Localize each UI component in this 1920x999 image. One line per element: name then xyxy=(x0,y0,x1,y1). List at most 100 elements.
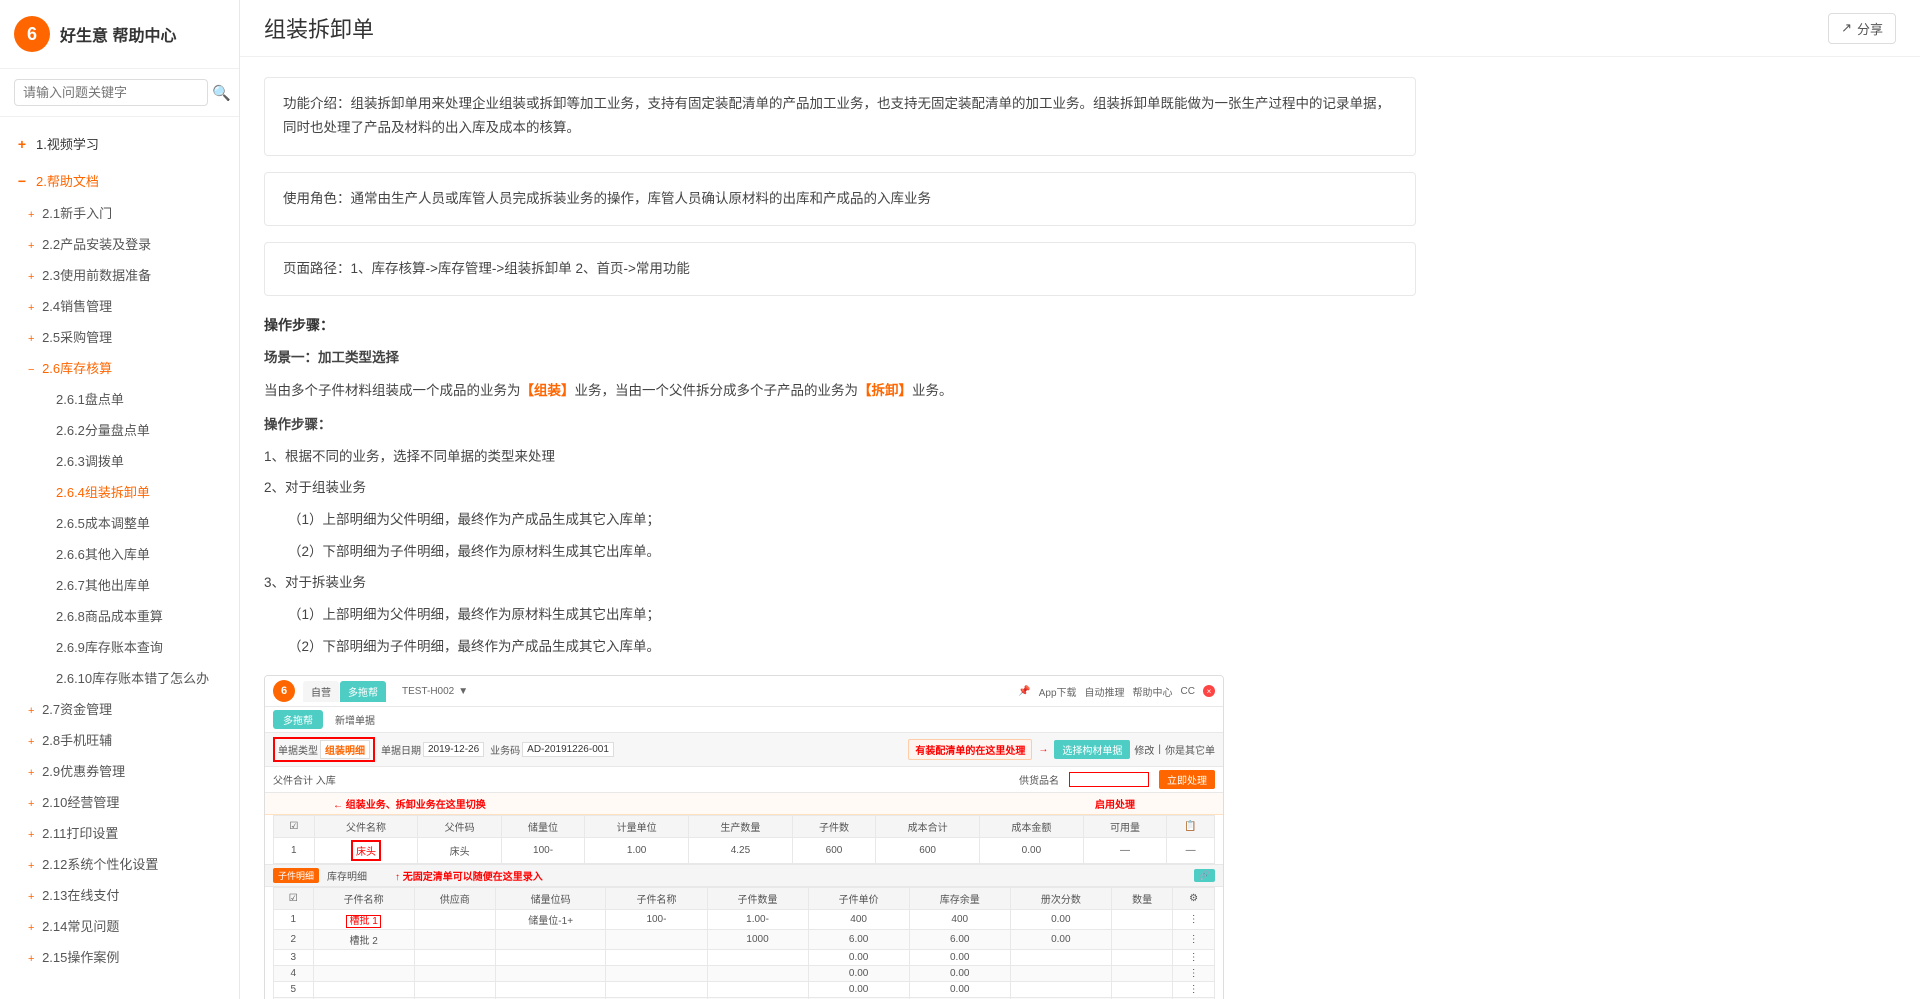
sidebar-item-other-out[interactable]: 2.6.7其他出库单 xyxy=(56,569,239,600)
description-block: 功能介绍：组装拆卸单用来处理企业组装或拆卸等加工业务，支持有固定装配清单的产品加… xyxy=(264,77,1416,156)
search-box: 🔍 xyxy=(0,69,239,117)
plus-icon-sub: + xyxy=(28,922,34,934)
share-button[interactable]: ↗ 分享 xyxy=(1828,13,1896,44)
mock-type-field: 单据类型 组装明细 xyxy=(273,737,375,762)
plus-icon-sub: + xyxy=(28,302,34,314)
mock-lower-table: ☑ 子件名称 供应商 储量位码 子件名称 子件数量 子件单价 库存余量 册次分数… xyxy=(265,887,1223,999)
sidebar: 6 好生意 帮助中心 🔍 + 1.视频学习 − 2.帮助文档 + 2.1 xyxy=(0,0,240,999)
mock-app-id: TEST-H002 ▼ xyxy=(402,686,468,697)
step3-sub1: （1）上部明细为父件明细，最终作为原材料生成其它出库单； xyxy=(264,602,1416,628)
plus-icon-sub: + xyxy=(28,271,34,283)
step3-sub2: （2）下部明细为子件明细，最终作为产成品生成其它入库单。 xyxy=(264,634,1416,660)
steps-heading: 操作步骤： xyxy=(264,312,1416,339)
mock-tab-multi[interactable]: 多拖帮 xyxy=(340,681,386,702)
search-button[interactable]: 🔍 xyxy=(212,84,231,102)
role-block: 使用角色：通常由生产人员或库管人员完成拆装业务的操作，库管人员确认原材料的出库和… xyxy=(264,172,1416,226)
mock-close-btn[interactable]: × xyxy=(1203,685,1215,697)
mock-upper-table: ☑ 父件名称 父件码 储量位 计量单位 生产数量 子件数 成本合计 成本金额 可… xyxy=(265,815,1223,864)
mock-select-btn[interactable]: 选择构材单据 xyxy=(1054,740,1130,759)
sidebar-item-settings[interactable]: + 2.12系统个性化设置 xyxy=(28,848,239,879)
step1: 1、根据不同的业务，选择不同单据的类型来处理 xyxy=(264,444,1416,470)
app-title: 好生意 帮助中心 xyxy=(60,22,176,46)
mock-info-row: 父件合计 入库 供货品名 立即处理 xyxy=(265,767,1223,793)
nav-section-2: − 2.帮助文档 + 2.1新手入门 + 2.2产品安装及登录 + 2.3使用前… xyxy=(0,162,239,974)
sidebar-item-inventory[interactable]: − 2.6库存核算 xyxy=(28,352,239,383)
sub-items-help: + 2.1新手入门 + 2.2产品安装及登录 + 2.3使用前数据准备 + 2.… xyxy=(0,197,239,972)
mock-link-auto[interactable]: 自动推理 xyxy=(1085,684,1125,699)
mock-toolbar: 单据类型 组装明细 单据日期 2019-12-26 业务码 AD-2019122… xyxy=(265,733,1223,767)
mock-nav-tabs: 自营 多拖帮 xyxy=(303,681,386,702)
sidebar-logo: 6 好生意 帮助中心 xyxy=(0,0,239,69)
mock-sub-tabs: 多拖帮 新增单据 xyxy=(265,707,1223,733)
sidebar-item-cost-adjust[interactable]: 2.6.5成本调整单 xyxy=(56,507,239,538)
plus-icon-sub: + xyxy=(28,736,34,748)
plus-icon-sub: + xyxy=(28,333,34,345)
scene-desc: 当由多个子件材料组装成一个成品的业务为【组装】业务，当由一个父件拆分成多个子产品… xyxy=(264,378,1416,404)
logo-icon: 6 xyxy=(14,16,50,52)
description-text: 功能介绍：组装拆卸单用来处理企业组装或拆卸等加工业务，支持有固定装配清单的产品加… xyxy=(283,96,1390,135)
mock-annotation-bar: ← 组装业务、拆卸业务在这里切换 启用处理 xyxy=(265,793,1223,815)
minus-icon-sub: − xyxy=(28,364,34,376)
sidebar-item-split-count[interactable]: 2.6.2分量盘点单 xyxy=(56,414,239,445)
sidebar-item-data-prep[interactable]: + 2.3使用前数据准备 xyxy=(28,259,239,290)
mock-header-right: 📌 App下载 自动推理 帮助中心 CC × xyxy=(1018,684,1215,699)
mock-link-cc[interactable]: CC xyxy=(1181,686,1195,697)
sidebar-item-mobile[interactable]: + 2.8手机旺辅 xyxy=(28,724,239,755)
plus-icon-sub: + xyxy=(28,705,34,717)
sidebar-item-cost-recalc[interactable]: 2.6.8商品成本重算 xyxy=(56,600,239,631)
main-content: 组装拆卸单 ↗ 分享 功能介绍：组装拆卸单用来处理企业组装或拆卸等加工业务，支持… xyxy=(240,0,1920,999)
step2-sub1: （1）上部明细为父件明细，最终作为产成品生成其它入库单； xyxy=(264,507,1416,533)
top-bar: 组装拆卸单 ↗ 分享 xyxy=(240,0,1920,57)
sidebar-item-transfer[interactable]: 2.6.3调拨单 xyxy=(56,445,239,476)
screenshot-container: 6 自营 多拖帮 TEST-H002 ▼ 📌 App下载 自动推理 帮助中心 xyxy=(264,675,1224,999)
plus-icon-sub: + xyxy=(28,891,34,903)
plus-icon-sub: + xyxy=(28,240,34,252)
mock-tab-self[interactable]: 自营 xyxy=(303,681,339,702)
sidebar-item-operations[interactable]: + 2.10经营管理 xyxy=(28,786,239,817)
sidebar-item-other-in[interactable]: 2.6.6其他入库单 xyxy=(56,538,239,569)
plus-icon-sub: + xyxy=(28,798,34,810)
step3: 3、对于拆装业务 xyxy=(264,570,1416,596)
mock-search-field[interactable] xyxy=(1069,772,1149,787)
mock-action-area: 有装配清单的在这里处理 → 选择构材单据 修改 | 你是其它单 xyxy=(908,739,1215,760)
share-icon: ↗ xyxy=(1841,20,1852,36)
sidebar-item-ledger-fix[interactable]: 2.6.10库存账本错了怎么办 xyxy=(56,662,239,693)
step2-sub2: （2）下部明细为子件明细，最终作为原材料生成其它出库单。 xyxy=(264,539,1416,565)
mock-link-app[interactable]: App下载 xyxy=(1039,684,1077,699)
steps-detail-heading: 操作步骤： xyxy=(264,412,1416,438)
sidebar-item-finance[interactable]: + 2.7资金管理 xyxy=(28,693,239,724)
mock-ui: 6 自营 多拖帮 TEST-H002 ▼ 📌 App下载 自动推理 帮助中心 xyxy=(265,676,1223,999)
path-text: 页面路径：1、库存核算->库存管理->组装拆卸单 2、首页->常用功能 xyxy=(283,261,690,276)
scene-title: 场景一：加工类型选择 xyxy=(264,345,1416,371)
sidebar-item-payment[interactable]: + 2.13在线支付 xyxy=(28,879,239,910)
sidebar-item-assembly[interactable]: 2.6.4组装拆卸单 xyxy=(56,476,239,507)
sidebar-item-install[interactable]: + 2.2产品安装及登录 xyxy=(28,228,239,259)
sidebar-item-video[interactable]: + 1.视频学习 xyxy=(0,127,239,160)
sidebar-item-purchase[interactable]: + 2.5采购管理 xyxy=(28,321,239,352)
step2: 2、对于组装业务 xyxy=(264,475,1416,501)
content-body: 功能介绍：组装拆卸单用来处理企业组装或拆卸等加工业务，支持有固定装配清单的产品加… xyxy=(240,57,1440,999)
sidebar-nav: + 1.视频学习 − 2.帮助文档 + 2.1新手入门 + 2.2产品安装及登录 xyxy=(0,117,239,999)
plus-icon-sub: + xyxy=(28,829,34,841)
sidebar-item-coupon[interactable]: + 2.9优惠券管理 xyxy=(28,755,239,786)
sidebar-item-cases[interactable]: + 2.15操作案例 xyxy=(28,941,239,972)
sidebar-item-faq[interactable]: + 2.14常见问题 xyxy=(28,910,239,941)
mock-code-field: 业务码 AD-20191226-001 xyxy=(490,742,614,757)
sidebar-item-ledger-query[interactable]: 2.6.9库存账本查询 xyxy=(56,631,239,662)
search-input[interactable] xyxy=(14,79,208,106)
plus-icon-sub: + xyxy=(28,767,34,779)
sidebar-item-print[interactable]: + 2.11打印设置 xyxy=(28,817,239,848)
inventory-sub-items: 2.6.1盘点单 2.6.2分量盘点单 2.6.3调拨单 2.6.4组装拆卸单 … xyxy=(28,383,239,693)
plus-icon-sub: + xyxy=(28,209,34,221)
mock-link-help[interactable]: 帮助中心 xyxy=(1133,684,1173,699)
sidebar-item-beginner[interactable]: + 2.1新手入门 xyxy=(28,197,239,228)
sidebar-item-sales[interactable]: + 2.4销售管理 xyxy=(28,290,239,321)
mock-process-btn[interactable]: 立即处理 xyxy=(1159,770,1215,789)
mock-tab-active[interactable]: 多拖帮 xyxy=(273,710,323,729)
mock-tab-new[interactable]: 新增单据 xyxy=(325,710,385,729)
sidebar-item-help-docs[interactable]: − 2.帮助文档 xyxy=(0,164,239,197)
role-text: 使用角色：通常由生产人员或库管人员完成拆装业务的操作，库管人员确认原材料的出库和… xyxy=(283,191,931,206)
sidebar-item-stocktaking[interactable]: 2.6.1盘点单 xyxy=(56,383,239,414)
path-block: 页面路径：1、库存核算->库存管理->组装拆卸单 2、首页->常用功能 xyxy=(264,242,1416,296)
page-title: 组装拆卸单 xyxy=(264,12,374,44)
